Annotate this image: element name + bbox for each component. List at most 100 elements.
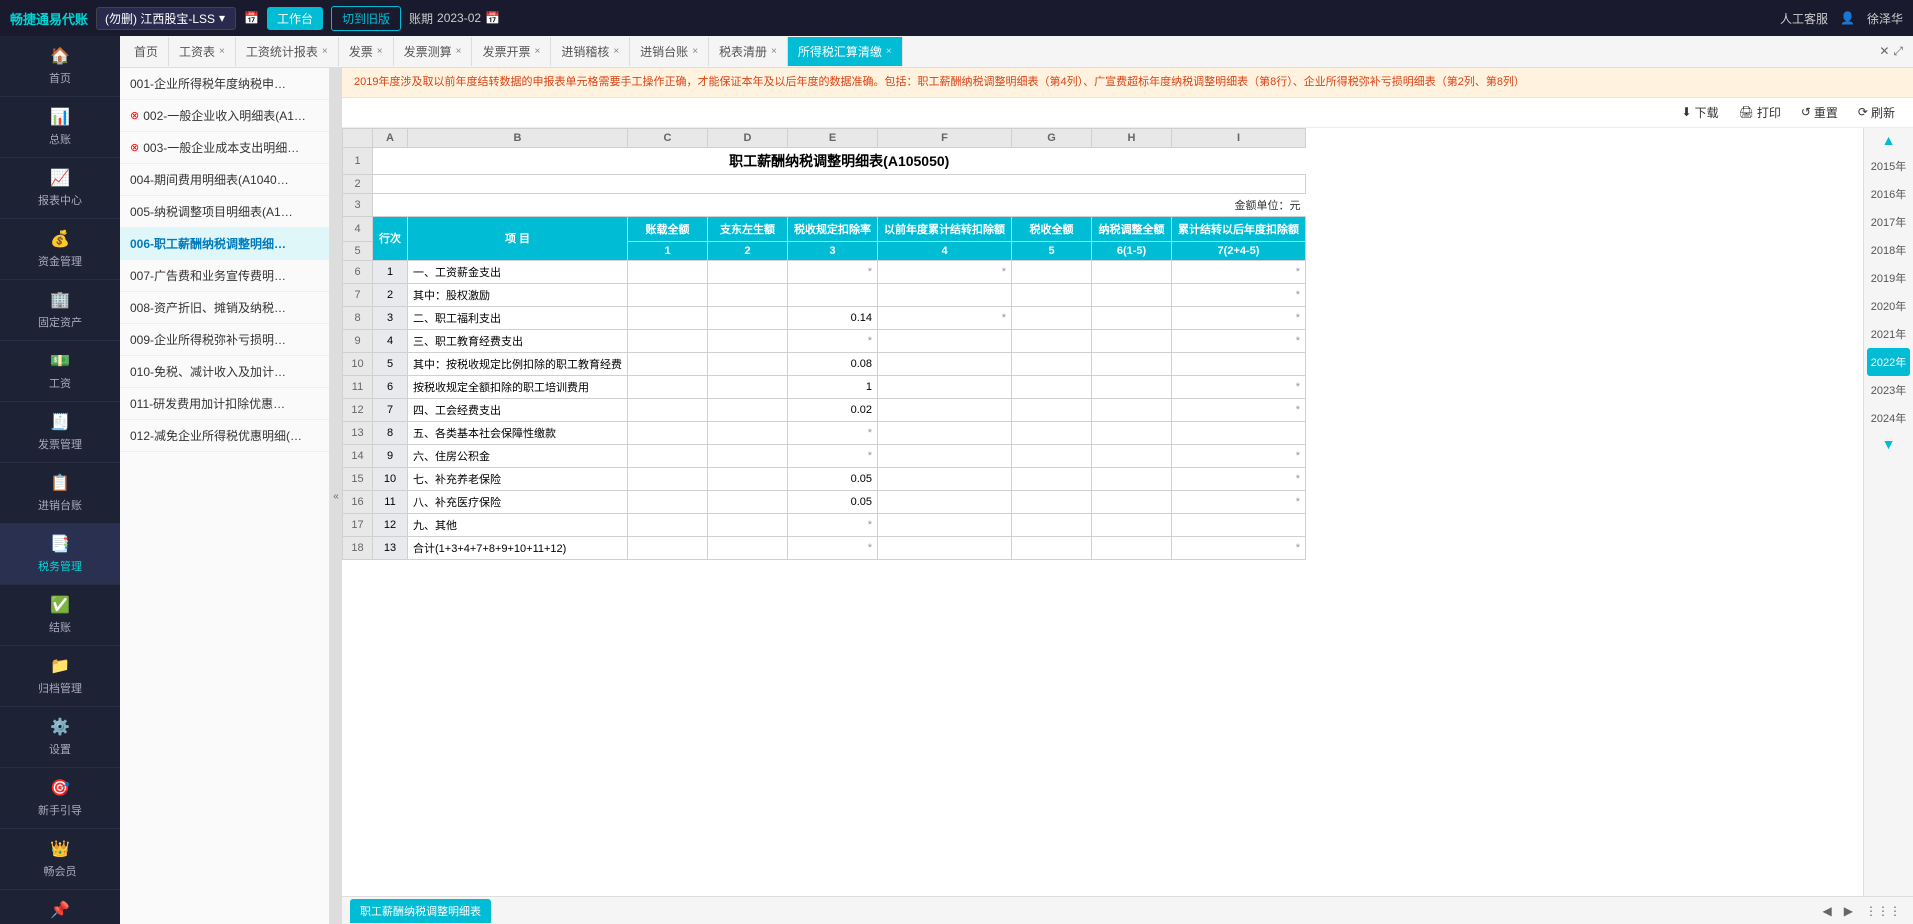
year-item-2021年[interactable]: 2021年 [1867, 320, 1910, 348]
data-cell[interactable] [708, 398, 788, 421]
data-cell[interactable]: * [1172, 490, 1306, 513]
data-cell[interactable] [878, 398, 1012, 421]
sidebar-item-首页[interactable]: 🏠首页 [0, 36, 120, 97]
data-cell[interactable] [1092, 352, 1172, 375]
data-cell[interactable] [1012, 260, 1092, 283]
data-cell[interactable] [708, 421, 788, 444]
customer-service-btn[interactable]: 人工客服 [1780, 10, 1828, 27]
refresh-button[interactable]: ⟳ 刷新 [1852, 102, 1901, 123]
data-cell[interactable] [878, 375, 1012, 398]
bottom-tab-salary[interactable]: 职工薪酬纳税调整明细表 [350, 899, 491, 923]
sidebar-item-畅会员[interactable]: 👑畅会员 [0, 829, 120, 890]
form-item-009[interactable]: 009-企业所得税弥补亏损明… [120, 324, 329, 356]
data-cell[interactable] [1012, 352, 1092, 375]
data-cell[interactable]: * [878, 306, 1012, 329]
tab-close[interactable]: × [613, 46, 619, 57]
data-cell[interactable] [1092, 490, 1172, 513]
spreadsheet-container[interactable]: ABCDEFGHI1职工薪酬纳税调整明细表(A105050)23金额单位：元4行… [342, 128, 1863, 897]
data-cell[interactable] [878, 283, 1012, 306]
data-cell[interactable] [708, 513, 788, 536]
data-cell[interactable]: * [788, 536, 878, 559]
sidebar-item-设置[interactable]: ⚙️设置 [0, 707, 120, 768]
tab-close[interactable]: × [456, 46, 462, 57]
data-cell[interactable] [708, 260, 788, 283]
form-item-006[interactable]: 006-职工薪酬纳税调整明细… [120, 228, 329, 260]
sidebar-item-总账[interactable]: 📊总账 [0, 97, 120, 158]
data-cell[interactable] [708, 283, 788, 306]
data-cell[interactable] [1092, 306, 1172, 329]
form-item-011[interactable]: 011-研发费用加计扣除优惠… [120, 388, 329, 420]
year-item-2020年[interactable]: 2020年 [1867, 292, 1910, 320]
form-item-002[interactable]: ⊗002-一般企业收入明细表(A1… [120, 100, 329, 132]
data-cell[interactable] [628, 375, 708, 398]
tab-close[interactable]: × [377, 46, 383, 57]
tab-8[interactable]: 税表清册× [709, 37, 788, 66]
sidebar-item-报表中心[interactable]: 📈报表中心 [0, 158, 120, 219]
data-cell[interactable]: * [1172, 329, 1306, 352]
sidebar-item-归档管理[interactable]: 📁归档管理 [0, 646, 120, 707]
data-cell[interactable] [1092, 375, 1172, 398]
tab-close-icon[interactable]: ✕ [1879, 44, 1889, 59]
form-item-007[interactable]: 007-广告费和业务宣传费明… [120, 260, 329, 292]
sidebar-item-资金管理[interactable]: 💰资金管理 [0, 219, 120, 280]
data-cell[interactable]: * [1172, 260, 1306, 283]
data-cell[interactable] [628, 352, 708, 375]
data-cell[interactable] [708, 352, 788, 375]
tab-7[interactable]: 进销台账× [630, 37, 709, 66]
data-cell[interactable] [628, 398, 708, 421]
data-cell[interactable] [1092, 421, 1172, 444]
year-item-2018年[interactable]: 2018年 [1867, 236, 1910, 264]
sidebar-item-税务管理[interactable]: 📑税务管理 [0, 524, 120, 585]
bottom-nav-left[interactable]: ◀ [1819, 902, 1836, 920]
download-button[interactable]: ⬇ 下载 [1676, 102, 1725, 123]
switch-button[interactable]: 切到旧版 [331, 6, 401, 31]
workspace-button[interactable]: 工作台 [267, 7, 323, 30]
data-cell[interactable]: 0.05 [788, 490, 878, 513]
data-cell[interactable] [1012, 421, 1092, 444]
tab-3[interactable]: 发票× [339, 37, 394, 66]
data-cell[interactable] [628, 536, 708, 559]
data-cell[interactable] [628, 329, 708, 352]
tab-0[interactable]: 首页 [124, 37, 169, 66]
data-cell[interactable]: 0.14 [788, 306, 878, 329]
data-cell[interactable]: * [878, 260, 1012, 283]
data-cell[interactable]: * [1172, 306, 1306, 329]
data-cell[interactable] [878, 421, 1012, 444]
tab-2[interactable]: 工资统计报表× [236, 37, 339, 66]
data-cell[interactable]: 0.02 [788, 398, 878, 421]
data-cell[interactable]: * [1172, 375, 1306, 398]
year-item-2019年[interactable]: 2019年 [1867, 264, 1910, 292]
bottom-nav-right[interactable]: ▶ [1840, 902, 1857, 920]
data-cell[interactable] [878, 467, 1012, 490]
data-cell[interactable]: * [788, 513, 878, 536]
data-cell[interactable]: * [788, 329, 878, 352]
data-cell[interactable] [628, 283, 708, 306]
data-cell[interactable] [1012, 283, 1092, 306]
data-cell[interactable] [1092, 398, 1172, 421]
data-cell[interactable]: * [1172, 467, 1306, 490]
data-cell[interactable] [708, 536, 788, 559]
year-item-2017年[interactable]: 2017年 [1867, 208, 1910, 236]
data-cell[interactable] [708, 375, 788, 398]
data-cell[interactable] [628, 306, 708, 329]
data-cell[interactable] [1172, 352, 1306, 375]
data-cell[interactable] [788, 283, 878, 306]
data-cell[interactable] [1092, 467, 1172, 490]
data-cell[interactable] [878, 444, 1012, 467]
sidebar-item-发票管理[interactable]: 🧾发票管理 [0, 402, 120, 463]
data-cell[interactable] [628, 260, 708, 283]
tab-expand-icon[interactable]: ⤢ [1893, 44, 1903, 59]
data-cell[interactable] [1012, 329, 1092, 352]
data-cell[interactable] [1012, 375, 1092, 398]
data-cell[interactable] [708, 444, 788, 467]
data-cell[interactable]: * [1172, 536, 1306, 559]
data-cell[interactable] [628, 467, 708, 490]
year-scroll-down[interactable]: ▼ [1878, 432, 1900, 456]
data-cell[interactable] [878, 352, 1012, 375]
data-cell[interactable]: 1 [788, 375, 878, 398]
company-selector[interactable]: (勿删) 江西股宝-LSS ▾ [96, 7, 236, 30]
bottom-nav-more[interactable]: ⋮⋮⋮ [1861, 902, 1905, 920]
tab-close[interactable]: × [322, 46, 328, 57]
year-item-2016年[interactable]: 2016年 [1867, 180, 1910, 208]
data-cell[interactable] [628, 421, 708, 444]
